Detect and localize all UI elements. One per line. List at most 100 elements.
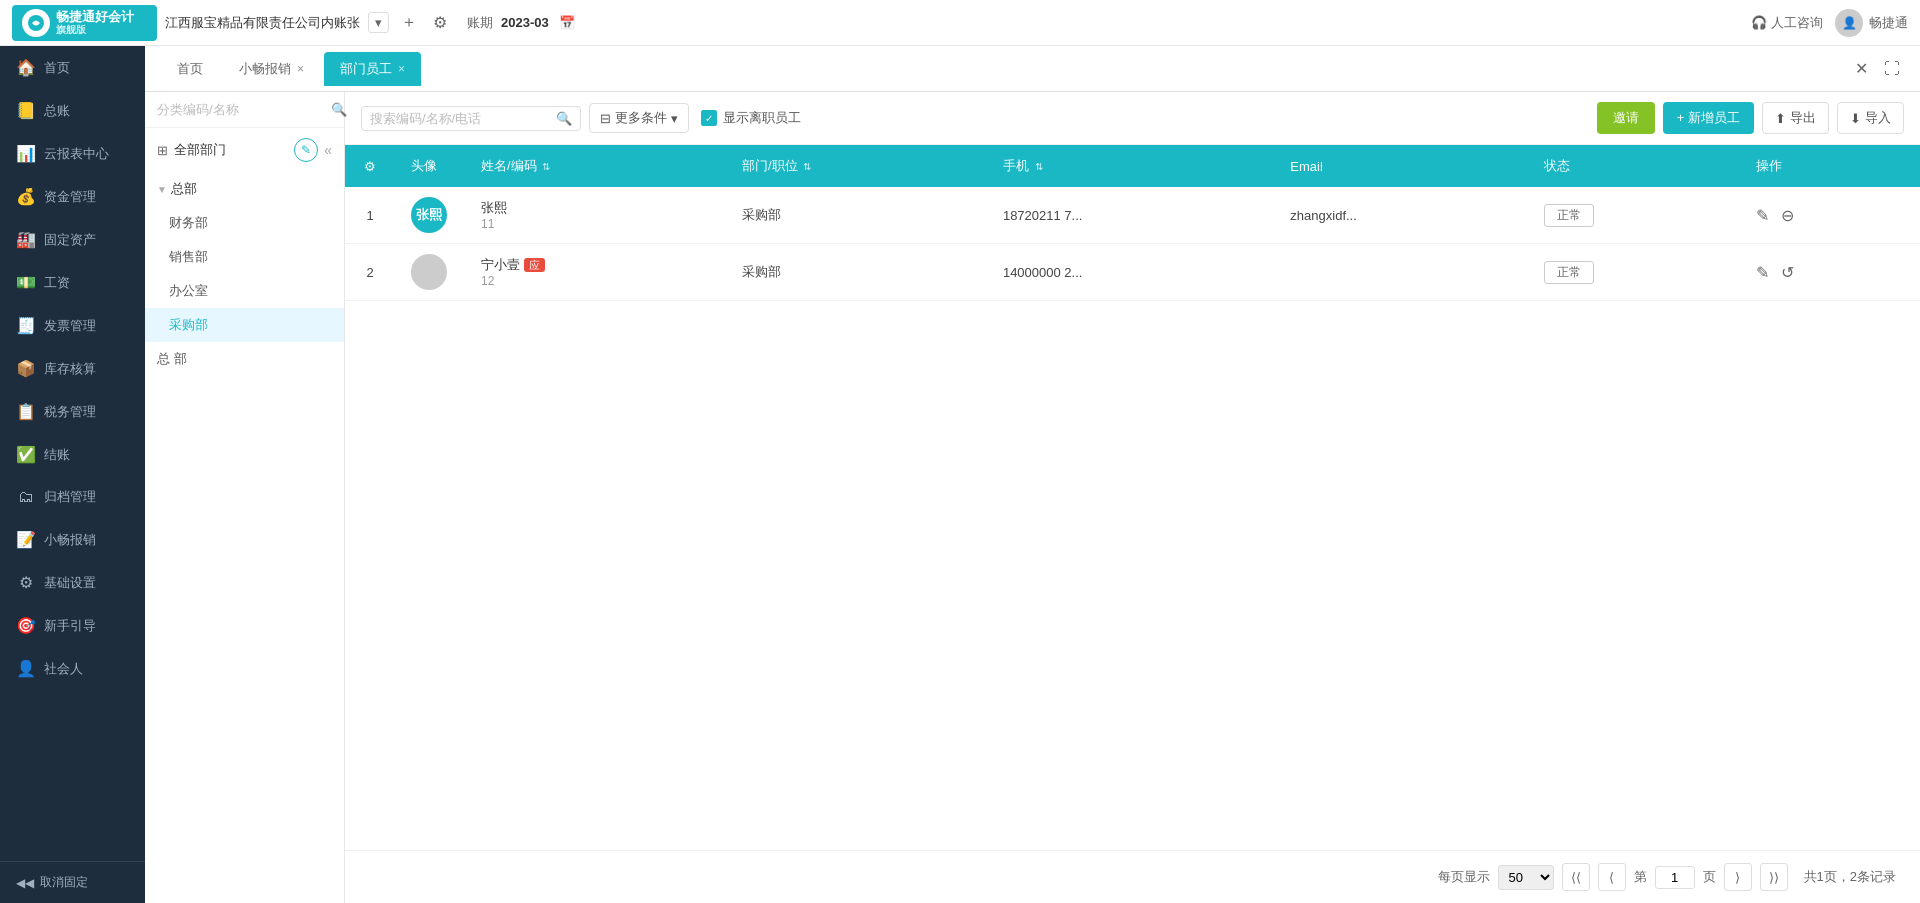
tab-dept[interactable]: 部门员工 × xyxy=(324,52,421,86)
sidebar-item-staff[interactable]: 👤 社会人 xyxy=(0,647,145,690)
add-company-btn[interactable]: ＋ xyxy=(397,8,421,37)
sort-name-icon: ⇅ xyxy=(542,161,550,172)
tab-fullscreen-btn[interactable]: ⛶ xyxy=(1880,55,1904,82)
sidebar-item-tax[interactable]: 📋 税务管理 xyxy=(0,390,145,433)
th-dept[interactable]: 部门/职位 ⇅ xyxy=(726,145,987,187)
tab-close-all-btn[interactable]: ✕ xyxy=(1851,55,1872,82)
edit-btn[interactable]: ✎ xyxy=(1756,206,1769,225)
prev-page-btn[interactable]: ⟨ xyxy=(1598,863,1626,891)
collapse-btn[interactable]: « xyxy=(324,142,332,158)
edit-btn[interactable]: ✎ xyxy=(1756,263,1769,282)
cell-status: 正常 xyxy=(1528,187,1739,244)
chevron-down-icon: ▾ xyxy=(671,111,678,126)
pagination-bar: 每页显示 50 100 200 ⟨⟨ ⟨ 第 页 ⟩ ⟩⟩ 共1页，2条记录 xyxy=(345,850,1920,903)
sidebar-item-home[interactable]: 🏠 首页 xyxy=(0,46,145,89)
add-emp-btn[interactable]: + 新增员工 xyxy=(1663,102,1754,134)
resigned-checkbox[interactable]: ✓ xyxy=(701,110,717,126)
sidebar-item-guide[interactable]: 🎯 新手引导 xyxy=(0,604,145,647)
cell-seq: 2 xyxy=(345,244,395,301)
sidebar-item-xiaochang[interactable]: 📝 小畅报销 xyxy=(0,518,145,561)
logo-icon xyxy=(22,9,50,37)
dept-item-finance[interactable]: 财务部 xyxy=(145,206,344,240)
dept-item-purchase[interactable]: 采购部 xyxy=(145,308,344,342)
dept-group-label-headquarters[interactable]: ▼ 总部 xyxy=(145,172,344,206)
tab-xiaochang[interactable]: 小畅报销 × xyxy=(223,52,320,86)
th-phone[interactable]: 手机 ⇅ xyxy=(987,145,1274,187)
cell-avatar: 张熙 xyxy=(395,187,465,244)
sidebar-item-close[interactable]: ✅ 结账 xyxy=(0,433,145,476)
toolbar: 🔍 ⊟ 更多条件 ▾ ✓ 显示离职员工 邀请 + 新增员工 xyxy=(345,92,1920,145)
sidebar-label-xiaochang: 小畅报销 xyxy=(44,531,96,549)
first-page-btn[interactable]: ⟨⟨ xyxy=(1562,863,1590,891)
sidebar-label-inventory: 库存核算 xyxy=(44,360,96,378)
avatar-icon: 👤 xyxy=(1842,16,1857,30)
dept-item-zongbu[interactable]: 总 部 xyxy=(145,342,344,376)
period-label: 账期 xyxy=(467,14,493,32)
per-page-select[interactable]: 50 100 200 xyxy=(1498,865,1554,890)
tab-home-label: 首页 xyxy=(177,60,203,78)
emp-search-icon[interactable]: 🔍 xyxy=(556,111,572,126)
all-dept-label: 全部部门 xyxy=(174,141,226,159)
tab-xiaochang-close[interactable]: × xyxy=(297,62,304,76)
dept-group-headquarters: ▼ 总部 财务部 销售部 办公室 采购部 xyxy=(145,172,344,342)
import-icon: ⬇ xyxy=(1850,111,1861,126)
emp-search-input[interactable] xyxy=(370,111,550,126)
cell-avatar xyxy=(395,244,465,301)
more-filters-btn[interactable]: ⊟ 更多条件 ▾ xyxy=(589,103,689,133)
settings-btn[interactable]: ⚙ xyxy=(429,9,451,36)
export-btn[interactable]: ⬆ 导出 xyxy=(1762,102,1829,134)
tab-home[interactable]: 首页 xyxy=(161,52,219,86)
service-btn[interactable]: 🎧 人工咨询 xyxy=(1751,14,1823,32)
sidebar-item-inventory[interactable]: 📦 库存核算 xyxy=(0,347,145,390)
cancel-fixed-btn[interactable]: ◀◀ 取消固定 xyxy=(0,862,145,903)
sidebar-label-reports: 云报表中心 xyxy=(44,145,109,163)
last-page-btn[interactable]: ⟩⟩ xyxy=(1760,863,1788,891)
import-btn[interactable]: ⬇ 导入 xyxy=(1837,102,1904,134)
restore-icon: ↺ xyxy=(1781,264,1794,281)
sidebar-item-reports[interactable]: 📊 云报表中心 xyxy=(0,132,145,175)
sidebar-item-salary[interactable]: 💵 工资 xyxy=(0,261,145,304)
all-dept-btn[interactable]: ⊞ 全部部门 xyxy=(157,141,288,159)
expense-icon: 📝 xyxy=(16,530,36,549)
sidebar-label-home: 首页 xyxy=(44,59,70,77)
sidebar-item-assets[interactable]: 🏭 固定资产 xyxy=(0,218,145,261)
invite-btn[interactable]: 邀请 xyxy=(1597,102,1655,134)
ledger-icon: 📒 xyxy=(16,101,36,120)
tab-dept-label: 部门员工 xyxy=(340,60,392,78)
sidebar-item-funds[interactable]: 💰 资金管理 xyxy=(0,175,145,218)
funds-icon: 💰 xyxy=(16,187,36,206)
sidebar-item-invoice[interactable]: 🧾 发票管理 xyxy=(0,304,145,347)
cell-phone: 14000000 2... xyxy=(987,244,1274,301)
company-name: 江西服宝精品有限责任公司内账张 xyxy=(165,14,360,32)
status-badge: 正常 xyxy=(1544,204,1594,227)
service-label: 人工咨询 xyxy=(1771,14,1823,32)
show-resigned-toggle[interactable]: ✓ 显示离职员工 xyxy=(701,109,801,127)
th-settings[interactable]: ⚙ xyxy=(345,145,395,187)
dept-header: ⊞ 全部部门 ✎ « xyxy=(145,128,344,172)
dept-edit-btn[interactable]: ✎ xyxy=(294,138,318,162)
invoice-icon: 🧾 xyxy=(16,316,36,335)
arrow-icon: ▼ xyxy=(157,184,167,195)
dept-item-office[interactable]: 办公室 xyxy=(145,274,344,308)
sidebar-item-archive[interactable]: 🗂 归档管理 xyxy=(0,476,145,518)
user-area[interactable]: 👤 畅捷通 xyxy=(1835,9,1908,37)
tab-dept-close[interactable]: × xyxy=(398,62,405,76)
status-badge: 正常 xyxy=(1544,261,1594,284)
emp-code: 12 xyxy=(481,274,710,288)
content-area: 首页 小畅报销 × 部门员工 × ✕ ⛶ 🔍 xyxy=(145,46,1920,903)
disable-btn[interactable]: ⊖ xyxy=(1781,206,1794,225)
cell-dept: 采购部 xyxy=(726,187,987,244)
dept-item-sales[interactable]: 销售部 xyxy=(145,240,344,274)
restore-btn[interactable]: ↺ xyxy=(1781,263,1794,282)
avatar xyxy=(411,254,447,290)
company-dropdown-btn[interactable]: ▾ xyxy=(368,12,389,33)
th-name[interactable]: 姓名/编码 ⇅ xyxy=(465,145,726,187)
dept-search-input[interactable] xyxy=(157,102,325,117)
sidebar-item-basic[interactable]: ⚙ 基础设置 xyxy=(0,561,145,604)
calendar-icon[interactable]: 📅 xyxy=(559,15,575,30)
page-suffix: 页 xyxy=(1703,868,1716,886)
sidebar-item-general[interactable]: 📒 总账 xyxy=(0,89,145,132)
page-input[interactable] xyxy=(1655,866,1695,889)
next-page-btn[interactable]: ⟩ xyxy=(1724,863,1752,891)
avatar: 张熙 xyxy=(411,197,447,233)
